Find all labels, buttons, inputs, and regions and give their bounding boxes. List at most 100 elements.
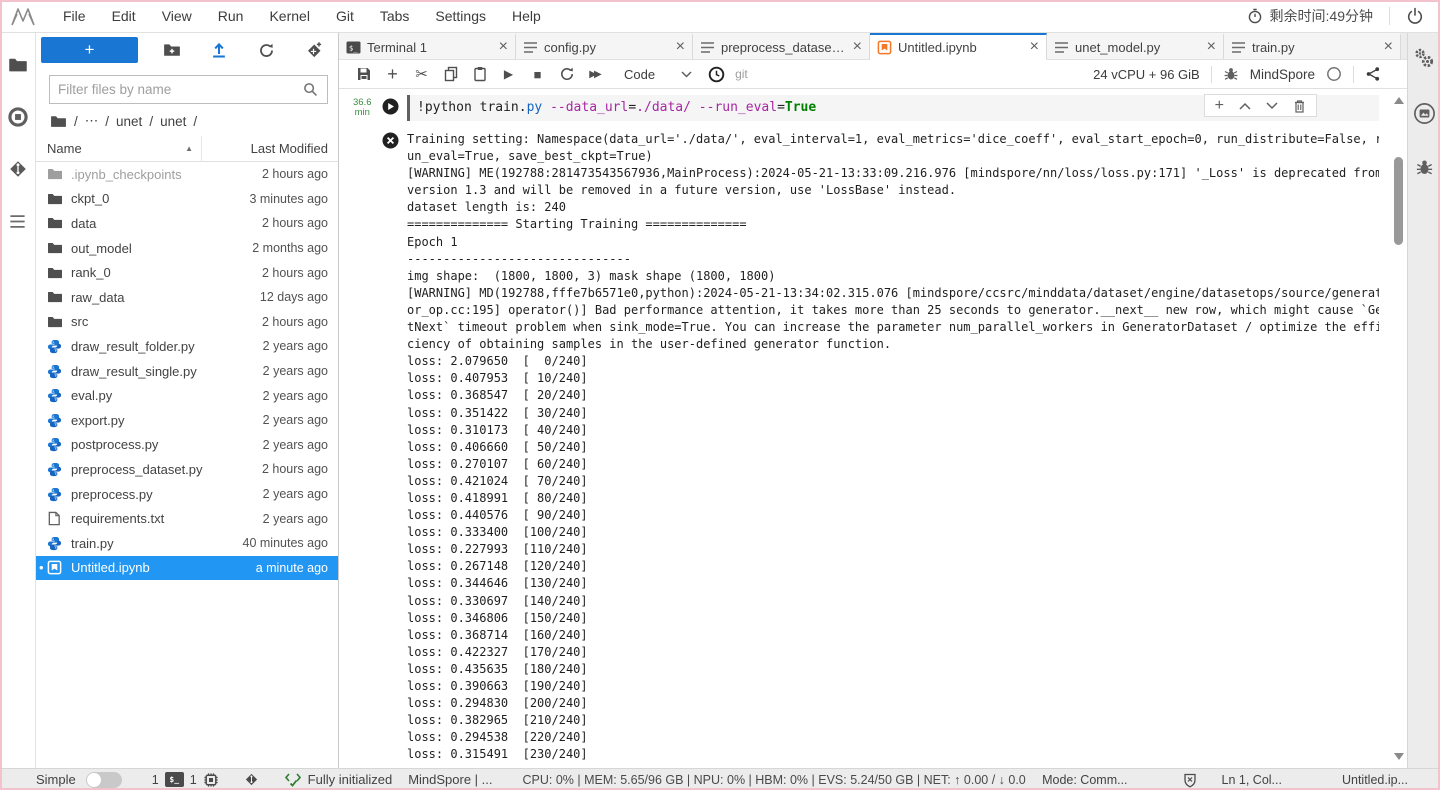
debug-bug-icon[interactable] xyxy=(1415,158,1434,177)
settings-gears-icon[interactable] xyxy=(1413,47,1435,69)
scroll-up-arrow[interactable] xyxy=(1394,97,1404,104)
file-row-draw_result_folder.py[interactable]: draw_result_folder.py 2 years ago xyxy=(36,334,338,359)
tab-config.py[interactable]: config.py × xyxy=(516,33,693,59)
file-row-export.py[interactable]: export.py 2 years ago xyxy=(36,408,338,433)
breadcrumb: / ⋯ / unet / unet / xyxy=(36,106,338,136)
menu-item-settings[interactable]: Settings xyxy=(422,0,499,32)
share-icon[interactable] xyxy=(1365,66,1381,82)
running-sessions-icon[interactable] xyxy=(0,91,36,143)
file-row-preprocess_dataset.py[interactable]: preprocess_dataset.py 2 hours ago xyxy=(36,457,338,482)
git-toolbar-label[interactable]: git xyxy=(735,67,748,81)
cut-cells-icon[interactable]: ✂ xyxy=(407,60,436,88)
kernel-status-label[interactable]: MindSpore | ... xyxy=(408,772,492,787)
cell-running-icon[interactable] xyxy=(382,98,399,115)
file-row-src[interactable]: src 2 hours ago xyxy=(36,310,338,335)
add-cell-icon[interactable]: + xyxy=(1215,97,1224,115)
git-clone-icon[interactable] xyxy=(300,37,326,63)
tab-close-icon[interactable]: × xyxy=(1384,39,1393,55)
restart-run-all-icon[interactable]: ▶▶ xyxy=(581,60,610,88)
tab-untitled.ipynb[interactable]: Untitled.ipynb × xyxy=(870,33,1047,60)
new-launcher-button[interactable]: + xyxy=(41,37,138,63)
tab-close-icon[interactable]: × xyxy=(1030,39,1039,55)
file-row-out_model[interactable]: out_model 2 months ago xyxy=(36,236,338,261)
image-viewer-icon[interactable] xyxy=(1413,102,1436,125)
git-status-icon[interactable] xyxy=(243,771,260,788)
move-cell-up-icon[interactable] xyxy=(1239,102,1251,110)
copy-cells-icon[interactable] xyxy=(436,60,465,88)
file-row-preprocess.py[interactable]: preprocess.py 2 years ago xyxy=(36,482,338,507)
file-browser-icon[interactable] xyxy=(0,39,36,91)
cell-type-dropdown[interactable]: Code xyxy=(624,67,692,82)
toc-icon[interactable] xyxy=(0,195,36,247)
file-row-rank_0[interactable]: rank_0 2 hours ago xyxy=(36,260,338,285)
scrollbar-thumb[interactable] xyxy=(1394,157,1403,245)
tab-close-icon[interactable]: × xyxy=(499,39,508,55)
trust-shield-icon[interactable] xyxy=(1182,772,1198,788)
tab-terminal-1[interactable]: $_ Terminal 1 × xyxy=(339,33,516,59)
file-row-.ipynb_checkpoints[interactable]: .ipynb_checkpoints 2 hours ago xyxy=(36,162,338,187)
file-row-Untitled.ipynb[interactable]: • Untitled.ipynb a minute ago xyxy=(36,555,338,581)
power-icon[interactable] xyxy=(1406,7,1424,25)
menu-item-file[interactable]: File xyxy=(50,0,99,32)
new-folder-icon[interactable] xyxy=(159,37,185,63)
file-row-train.py[interactable]: train.py 40 minutes ago xyxy=(36,531,338,556)
debugger-bug-icon[interactable] xyxy=(1223,66,1239,82)
tab-close-icon[interactable]: × xyxy=(676,39,685,55)
paste-cells-icon[interactable] xyxy=(465,60,494,88)
file-browser-toolbar: + xyxy=(36,33,338,67)
interrupt-kernel-icon[interactable] xyxy=(382,132,399,149)
mode-indicator[interactable]: Mode: Comm... xyxy=(1042,773,1127,787)
tab-close-icon[interactable]: × xyxy=(1207,39,1216,55)
home-folder-icon[interactable] xyxy=(50,113,67,130)
python-icon xyxy=(47,412,63,428)
simple-mode-toggle[interactable] xyxy=(85,771,122,788)
tab-preprocess_dataset.py[interactable]: preprocess_dataset.py × xyxy=(693,33,870,59)
active-file-label: Untitled.ip... xyxy=(1341,772,1408,787)
filter-files-input[interactable] xyxy=(58,82,302,97)
file-row-draw_result_single.py[interactable]: draw_result_single.py 2 years ago xyxy=(36,359,338,384)
column-name[interactable]: Name ▲ xyxy=(36,141,201,156)
menu-item-edit[interactable]: Edit xyxy=(99,0,149,32)
menu-item-tabs[interactable]: Tabs xyxy=(367,0,423,32)
column-last-modified[interactable]: Last Modified xyxy=(201,136,338,161)
delete-cell-icon[interactable] xyxy=(1293,99,1306,113)
menu-item-run[interactable]: Run xyxy=(205,0,257,32)
tab-label: unet_model.py xyxy=(1075,39,1161,55)
tab-unet_model.py[interactable]: unet_model.py × xyxy=(1047,33,1224,59)
stop-kernel-icon[interactable]: ■ xyxy=(523,60,552,88)
breadcrumb-ellipsis[interactable]: ⋯ xyxy=(85,113,99,129)
file-row-ckpt_0[interactable]: ckpt_0 3 minutes ago xyxy=(36,187,338,212)
file-row-data[interactable]: data 2 hours ago xyxy=(36,211,338,236)
tab-train.py[interactable]: train.py × xyxy=(1224,33,1401,59)
file-modified-time: 2 years ago xyxy=(262,364,328,379)
menu-item-view[interactable]: View xyxy=(149,0,205,32)
kernel-name-label[interactable]: MindSpore xyxy=(1250,67,1315,82)
cell-toolbar: + xyxy=(1203,94,1317,117)
refresh-icon[interactable] xyxy=(253,37,279,63)
git-panel-icon[interactable] xyxy=(0,143,36,195)
execution-history-icon[interactable] xyxy=(702,60,731,88)
notebook-icon xyxy=(47,560,63,576)
tab-close-icon[interactable]: × xyxy=(853,39,862,55)
terminal-icon[interactable]: $_ xyxy=(164,772,184,787)
save-icon[interactable] xyxy=(349,60,378,88)
breadcrumb-segment[interactable]: unet xyxy=(116,114,142,129)
scroll-down-arrow[interactable] xyxy=(1394,753,1404,760)
menu-item-help[interactable]: Help xyxy=(499,0,554,32)
tab-label: preprocess_dataset.py xyxy=(721,39,847,55)
run-cell-icon[interactable]: ▶ xyxy=(494,60,523,88)
move-cell-down-icon[interactable] xyxy=(1266,101,1278,110)
restart-kernel-icon[interactable] xyxy=(552,60,581,88)
file-row-postprocess.py[interactable]: postprocess.py 2 years ago xyxy=(36,433,338,458)
menu-item-git[interactable]: Git xyxy=(323,0,367,32)
menu-item-kernel[interactable]: Kernel xyxy=(256,0,322,32)
insert-cell-icon[interactable]: + xyxy=(378,60,407,88)
cursor-position[interactable]: Ln 1, Col... xyxy=(1222,773,1282,787)
main-area: $_ Terminal 1 × config.py × preprocess_datase… xyxy=(339,33,1407,768)
upload-icon[interactable] xyxy=(206,37,232,63)
breadcrumb-segment[interactable]: unet xyxy=(160,114,186,129)
file-row-raw_data[interactable]: raw_data 12 days ago xyxy=(36,285,338,310)
kernel-chip-icon[interactable] xyxy=(203,772,219,788)
file-row-eval.py[interactable]: eval.py 2 years ago xyxy=(36,383,338,408)
file-row-requirements.txt[interactable]: requirements.txt 2 years ago xyxy=(36,506,338,531)
